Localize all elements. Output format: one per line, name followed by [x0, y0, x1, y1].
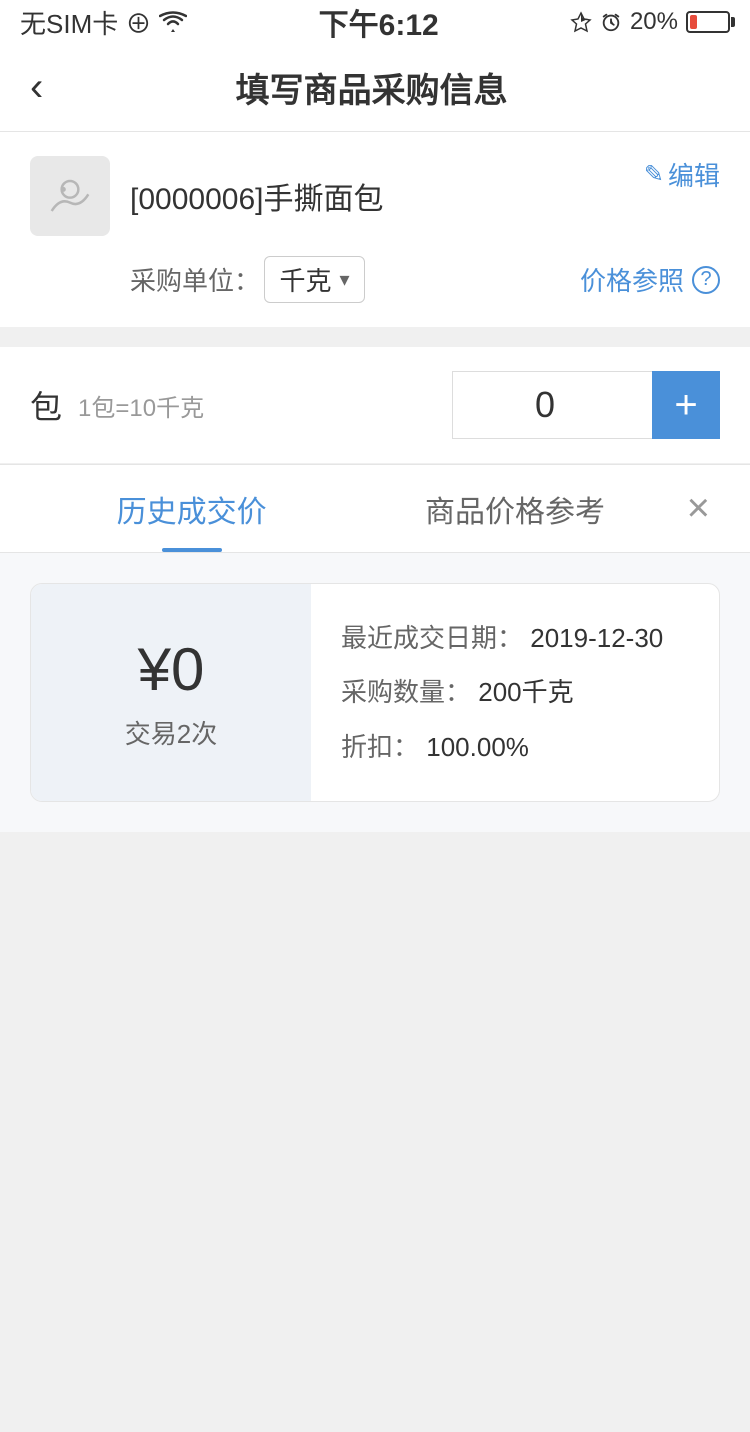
back-button[interactable]: ‹ — [30, 65, 43, 110]
unit-field: 采购单位： 千克 ▾ — [130, 256, 365, 303]
quantity-conversion: 1包=10千克 — [78, 388, 452, 423]
price-card-area: ¥0 交易2次 最近成交日期： 2019-12-30 采购数量： 200千克 折… — [0, 553, 750, 832]
purchase-qty-row: 采购数量： 200千克 — [341, 674, 689, 710]
bottom-content — [0, 832, 750, 1432]
unit-select[interactable]: 千克 ▾ — [264, 256, 364, 303]
price-value: ¥0 — [138, 635, 205, 704]
tab-historical-label: 历史成交价 — [117, 487, 267, 531]
price-trade-count: 交易2次 — [125, 714, 217, 751]
product-thumbnail — [30, 156, 110, 236]
product-unit-row: 采购单位： 千克 ▾ 价格参照 ? — [30, 256, 720, 303]
price-ref-label: 价格参照 — [580, 261, 684, 298]
edit-icon: ✎ — [644, 160, 664, 189]
edit-button[interactable]: ✎ 编辑 — [644, 156, 720, 193]
tab-product-price-ref[interactable]: 商品价格参考 — [353, 465, 676, 552]
product-name: [0000006]手撕面包 — [130, 174, 383, 218]
purchase-qty-value: 200千克 — [478, 677, 573, 707]
product-left: [0000006]手撕面包 — [30, 156, 383, 236]
panel-close-button[interactable]: × — [677, 476, 720, 541]
recent-date-row: 最近成交日期： 2019-12-30 — [341, 620, 689, 656]
price-ref-button[interactable]: 价格参照 ? — [580, 261, 720, 298]
tab-historical-price[interactable]: 历史成交价 — [30, 465, 353, 552]
product-header: [0000006]手撕面包 ✎ 编辑 — [30, 156, 720, 236]
carrier-text: 无SIM卡 ⊕ — [20, 4, 151, 41]
battery-percent: 20% — [630, 8, 678, 36]
quantity-input-wrap: + — [452, 371, 720, 439]
price-card-right: 最近成交日期： 2019-12-30 采购数量： 200千克 折扣： 100.0… — [311, 584, 719, 801]
status-time: 下午6:12 — [319, 0, 439, 44]
status-bar: 无SIM卡 ⊕ 下午6:12 20% — [0, 0, 750, 44]
quantity-row: 包 1包=10千克 + — [0, 347, 750, 464]
product-image-icon — [45, 171, 95, 221]
discount-row: 折扣： 100.00% — [341, 729, 689, 765]
battery-icon — [686, 11, 730, 33]
wifi-icon — [159, 11, 187, 33]
price-ref-panel: 历史成交价 商品价格参考 × ¥0 交易2次 最近成交日期： 2019-12-3… — [0, 464, 750, 832]
price-ref-tabs: 历史成交价 商品价格参考 × — [0, 465, 750, 553]
page-title: 填写商品采购信息 — [63, 63, 680, 112]
purchase-qty-label: 采购数量： — [341, 677, 471, 707]
quantity-unit-label: 包 — [30, 382, 62, 428]
price-card: ¥0 交易2次 最近成交日期： 2019-12-30 采购数量： 200千克 折… — [30, 583, 720, 802]
quantity-input[interactable] — [452, 371, 652, 439]
discount-label: 折扣： — [341, 732, 419, 762]
unit-value: 千克 — [279, 261, 331, 298]
quantity-plus-button[interactable]: + — [652, 371, 720, 439]
status-right: 20% — [570, 8, 730, 36]
nav-bar: ‹ 填写商品采购信息 — [0, 44, 750, 132]
discount-value: 100.00% — [426, 732, 529, 762]
price-ref-info-icon: ? — [692, 266, 720, 294]
unit-dropdown-arrow: ▾ — [339, 267, 349, 292]
section-divider — [0, 327, 750, 347]
alarm-icon — [600, 11, 622, 33]
recent-date-value: 2019-12-30 — [530, 623, 663, 653]
tab-product-label: 商品价格参考 — [425, 487, 605, 531]
recent-date-label: 最近成交日期： — [341, 623, 523, 653]
edit-label: 编辑 — [668, 156, 720, 193]
quantity-section: 包 1包=10千克 + — [0, 347, 750, 464]
price-card-left: ¥0 交易2次 — [31, 584, 311, 801]
status-left: 无SIM卡 ⊕ — [20, 4, 187, 41]
location-icon — [570, 11, 592, 33]
product-section: [0000006]手撕面包 ✎ 编辑 采购单位： 千克 ▾ 价格参照 ? — [0, 132, 750, 327]
unit-label-text: 采购单位： — [130, 266, 260, 296]
